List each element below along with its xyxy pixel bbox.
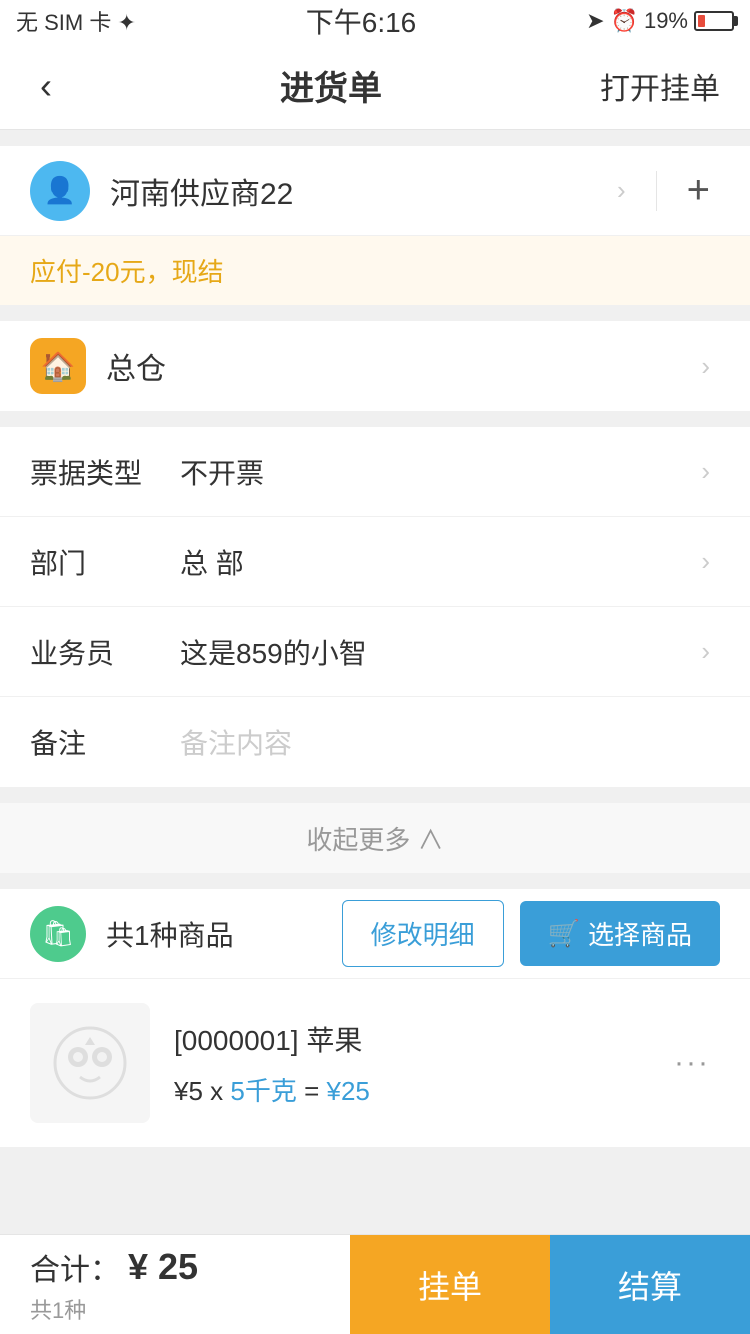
dept-label: 部门 (30, 542, 160, 582)
product-header: 🛍 共1种商品 修改明细 🛒 选择商品 (0, 889, 750, 979)
chevron-right-icon: › (701, 456, 710, 487)
price-value: ¥5 (174, 1076, 203, 1106)
status-bar: 无 SIM 卡 ✦ 下午6:16 ➤ ⏰ 19% (0, 0, 750, 42)
invoice-label: 票据类型 (30, 452, 160, 492)
hang-button[interactable]: 挂单 (350, 1235, 550, 1334)
product-id: [0000001] (174, 1025, 299, 1056)
product-section: 🛍 共1种商品 修改明细 🛒 选择商品 (0, 889, 750, 1147)
collapse-button[interactable]: 收起更多 ∧ (0, 803, 750, 873)
chevron-right-icon: › (701, 351, 710, 382)
chevron-right-icon: › (617, 175, 626, 206)
remark-label: 备注 (30, 722, 160, 762)
more-options-button[interactable]: ··· (664, 1036, 720, 1090)
dept-value: 总 部 (160, 542, 701, 582)
total-sub: 共1种 (30, 1293, 320, 1325)
avatar-icon: 👤 (44, 175, 76, 206)
sales-label: 业务员 (30, 632, 160, 672)
total-label: 合计： (30, 1245, 120, 1289)
supplier-row[interactable]: 👤 河南供应商22 › + (0, 146, 750, 236)
chevron-right-icon: › (701, 546, 710, 577)
open-hang-button[interactable]: 打开挂单 (600, 64, 720, 108)
product-count: 共1种商品 (106, 914, 342, 954)
supplier-name: 河南供应商22 (110, 169, 617, 213)
bottom-bar: 合计： ¥ 25 共1种 挂单 结算 (0, 1234, 750, 1334)
checkout-button[interactable]: 结算 (550, 1235, 750, 1334)
warehouse-name: 总仓 (106, 344, 701, 388)
page-title: 进货单 (280, 61, 382, 110)
modify-detail-button[interactable]: 修改明细 (342, 900, 504, 967)
invoice-row[interactable]: 票据类型 不开票 › (0, 427, 750, 517)
product-title: 苹果 (306, 1025, 362, 1056)
nav-bar: ‹ 进货单 打开挂单 (0, 42, 750, 130)
total-main: 合计： ¥ 25 (30, 1245, 320, 1289)
status-right: ➤ ⏰ 19% (586, 8, 734, 34)
product-name: [0000001] 苹果 (174, 1019, 664, 1059)
invoice-value: 不开票 (160, 452, 701, 492)
owl-icon (50, 1023, 130, 1103)
main-content: 👤 河南供应商22 › + 应付-20元，现结 🏠 总仓 › 票据类型 不开票 … (0, 146, 750, 1247)
avatar: 👤 (30, 161, 90, 221)
total-value: ¥25 (327, 1076, 370, 1106)
remark-input[interactable]: 备注内容 (160, 722, 720, 762)
dept-row[interactable]: 部门 总 部 › (0, 517, 750, 607)
sales-value: 这是859的小智 (160, 632, 701, 672)
quantity-value: 5千克 (230, 1076, 296, 1106)
form-section: 票据类型 不开票 › 部门 总 部 › 业务员 这是859的小智 › 备注 备注… (0, 427, 750, 787)
warehouse-row[interactable]: 🏠 总仓 › (0, 321, 750, 411)
battery-icon (694, 11, 734, 31)
product-icon: 🛍 (30, 906, 86, 962)
product-item: [0000001] 苹果 ¥5 x 5千克 = ¥25 ··· (0, 979, 750, 1147)
supplier-section: 👤 河南供应商22 › + 应付-20元，现结 (0, 146, 750, 305)
add-button[interactable]: + (677, 158, 720, 223)
select-product-button[interactable]: 🛒 选择商品 (520, 901, 720, 966)
alarm-icon: ⏰ (611, 8, 638, 34)
warehouse-section: 🏠 总仓 › (0, 321, 750, 411)
total-amount: ¥ 25 (128, 1246, 198, 1288)
sim-label: 无 SIM 卡 ✦ (16, 5, 136, 37)
location-icon: ➤ (586, 8, 604, 34)
remark-row[interactable]: 备注 备注内容 (0, 697, 750, 787)
status-left: 无 SIM 卡 ✦ (16, 5, 136, 37)
product-thumbnail (30, 1003, 150, 1123)
warehouse-icon: 🏠 (30, 338, 86, 394)
bag-icon: 🛍 (41, 918, 74, 949)
divider (656, 171, 657, 211)
battery-label: 19% (644, 8, 688, 34)
product-info: [0000001] 苹果 ¥5 x 5千克 = ¥25 (174, 1019, 664, 1108)
chevron-right-icon: › (701, 636, 710, 667)
sales-row[interactable]: 业务员 这是859的小智 › (0, 607, 750, 697)
back-button[interactable]: ‹ (30, 55, 62, 117)
total-section: 合计： ¥ 25 共1种 (0, 1245, 350, 1325)
product-price: ¥5 x 5千克 = ¥25 (174, 1071, 664, 1108)
status-time: 下午6:16 (306, 1, 417, 41)
supplier-notice: 应付-20元，现结 (0, 236, 750, 305)
cart-icon: 🛒 (548, 918, 580, 949)
